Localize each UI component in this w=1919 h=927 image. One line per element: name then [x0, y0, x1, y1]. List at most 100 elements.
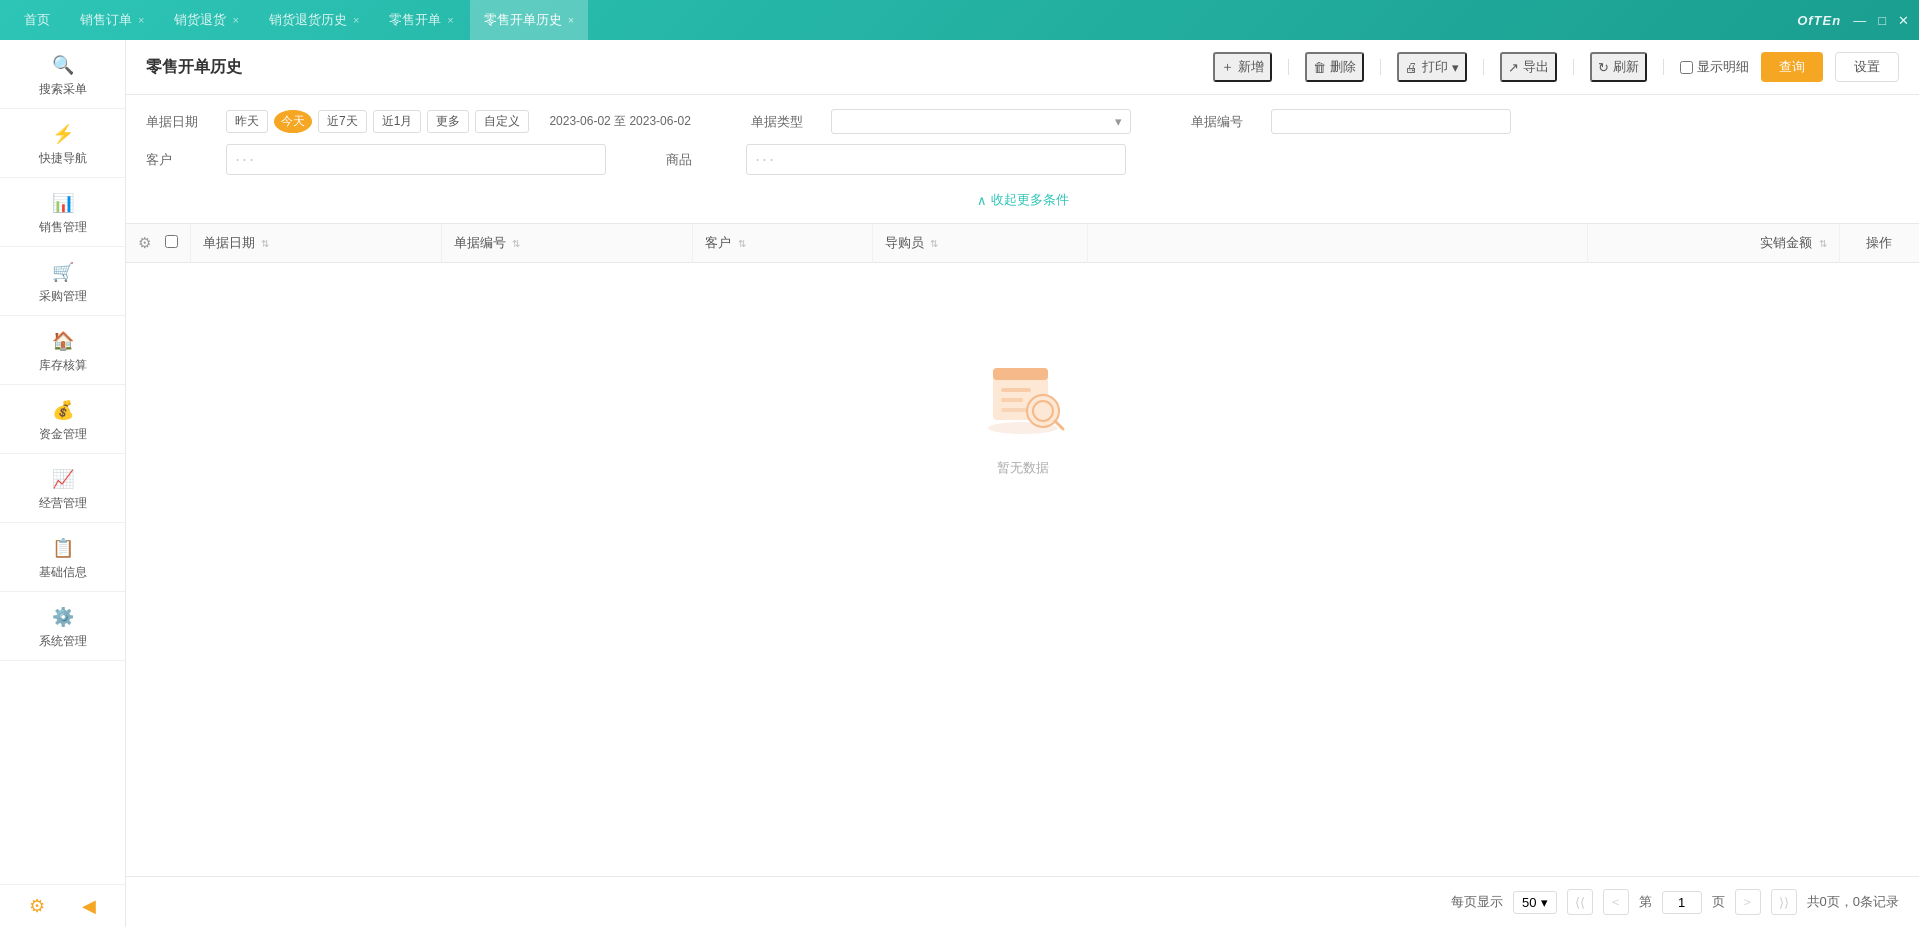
tab-home[interactable]: 首页: [10, 0, 64, 40]
sidebar-bottom: ⚙ ◀: [0, 884, 125, 927]
date-btn-custom[interactable]: 自定义: [475, 110, 529, 133]
date-btn-today[interactable]: 今天: [274, 110, 312, 133]
date-btn-1month[interactable]: 近1月: [373, 110, 422, 133]
show-detail-checkbox[interactable]: 显示明细: [1680, 58, 1749, 76]
date-buttons: 昨天 今天 近7天 近1月 更多 自定义: [226, 110, 529, 133]
page-size-label: 每页显示: [1451, 893, 1503, 911]
finance-icon: 💰: [52, 399, 74, 421]
sidebar-item-basic-info[interactable]: 📋 基础信息: [0, 523, 125, 592]
top-bar: 首页 销售订单 × 销货退货 × 销货退货历史 × 零售开单 × 零售开单历史 …: [0, 0, 1919, 40]
sidebar-label-basic-info: 基础信息: [39, 564, 87, 581]
setting-button[interactable]: 设置: [1835, 52, 1899, 82]
tab-sales-order[interactable]: 销售订单 ×: [66, 0, 158, 40]
settings-gear-icon[interactable]: ⚙: [29, 895, 45, 917]
number-input[interactable]: [1271, 109, 1511, 134]
empty-illustration: [973, 343, 1073, 443]
tab-retail-open[interactable]: 零售开单 ×: [375, 0, 467, 40]
prev-page-btn[interactable]: ＜: [1603, 889, 1629, 915]
plus-icon: ＋: [1221, 58, 1234, 76]
th-date: 单据日期 ⇅: [190, 224, 441, 263]
data-table: ⚙ 单据日期 ⇅ 单据编号 ⇅: [126, 224, 1919, 263]
sidebar-item-finance[interactable]: 💰 资金管理: [0, 385, 125, 454]
sidebar-item-sales[interactable]: 📊 销售管理: [0, 178, 125, 247]
header-actions: ＋ 新增 🗑 删除 🖨 打印 ▾ ↗ 导出: [1213, 52, 1899, 82]
type-select[interactable]: ▾: [831, 109, 1131, 134]
query-button[interactable]: 查询: [1761, 52, 1823, 82]
customer-dots: ···: [235, 149, 256, 170]
svg-rect-2: [993, 368, 1048, 380]
first-page-btn[interactable]: ⟨⟨: [1567, 889, 1593, 915]
close-sales-return-icon[interactable]: ×: [232, 14, 238, 26]
salesperson-sort-icon[interactable]: ⇅: [930, 238, 938, 249]
next-page-btn[interactable]: ＞: [1735, 889, 1761, 915]
number-sort-icon[interactable]: ⇅: [512, 238, 520, 249]
tab-sales-return[interactable]: 销货退货 ×: [160, 0, 252, 40]
amount-sort-icon[interactable]: ⇅: [1819, 238, 1827, 249]
customer-sort-icon[interactable]: ⇅: [738, 238, 746, 249]
divider-1: [1288, 59, 1289, 75]
date-sort-icon[interactable]: ⇅: [261, 238, 269, 249]
sidebar-item-system[interactable]: ⚙️ 系统管理: [0, 592, 125, 661]
filter-area: 单据日期 昨天 今天 近7天 近1月 更多 自定义 2023-06-02 至 2…: [126, 95, 1919, 224]
sidebar-item-search[interactable]: 🔍 搜索采单: [0, 40, 125, 109]
empty-text: 暂无数据: [997, 459, 1049, 477]
add-button[interactable]: ＋ 新增: [1213, 52, 1272, 82]
close-retail-open-icon[interactable]: ×: [447, 14, 453, 26]
collapse-text: 收起更多条件: [991, 191, 1069, 209]
date-col-label: 单据日期: [203, 235, 255, 250]
customer-label: 客户: [146, 151, 206, 169]
divider-2: [1380, 59, 1381, 75]
date-btn-more[interactable]: 更多: [427, 110, 469, 133]
date-btn-yesterday[interactable]: 昨天: [226, 110, 268, 133]
sidebar-label-sales: 销售管理: [39, 219, 87, 236]
page-number-input[interactable]: [1662, 891, 1702, 914]
close-sales-order-icon[interactable]: ×: [138, 14, 144, 26]
print-button[interactable]: 🖨 打印 ▾: [1397, 52, 1467, 82]
export-icon: ↗: [1508, 60, 1519, 75]
table-header: ⚙ 单据日期 ⇅ 单据编号 ⇅: [126, 224, 1919, 263]
type-dropdown-icon: ▾: [1115, 114, 1122, 129]
sidebar-item-quick-nav[interactable]: ⚡ 快捷导航: [0, 109, 125, 178]
minimize-btn[interactable]: —: [1853, 13, 1866, 28]
svg-rect-3: [1001, 388, 1031, 392]
page-size-select[interactable]: 50 ▾: [1513, 891, 1556, 914]
tab-retail-open-history[interactable]: 零售开单历史 ×: [470, 0, 588, 40]
show-detail-input[interactable]: [1680, 61, 1693, 74]
th-number: 单据编号 ⇅: [441, 224, 692, 263]
print-dropdown-icon: ▾: [1452, 60, 1459, 75]
svg-rect-5: [1001, 408, 1027, 412]
delete-button[interactable]: 🗑 删除: [1305, 52, 1364, 82]
export-button[interactable]: ↗ 导出: [1500, 52, 1557, 82]
last-page-btn[interactable]: ⟩⟩: [1771, 889, 1797, 915]
product-dots: ···: [755, 149, 776, 170]
column-settings-icon[interactable]: ⚙: [138, 234, 151, 251]
th-customer: 客户 ⇅: [692, 224, 872, 263]
sidebar-item-purchase[interactable]: 🛒 采购管理: [0, 247, 125, 316]
page-header: 零售开单历史 ＋ 新增 🗑 删除 🖨 打印 ▾: [126, 40, 1919, 95]
page-title: 零售开单历史: [146, 57, 242, 78]
refresh-button[interactable]: ↻ 刷新: [1590, 52, 1647, 82]
maximize-btn[interactable]: □: [1878, 13, 1886, 28]
sidebar-label-search: 搜索采单: [39, 81, 87, 98]
system-icon: ⚙️: [52, 606, 74, 628]
sidebar-item-inventory[interactable]: 🏠 库存核算: [0, 316, 125, 385]
date-btn-7days[interactable]: 近7天: [318, 110, 367, 133]
close-retail-open-history-icon[interactable]: ×: [568, 14, 574, 26]
quick-nav-icon: ⚡: [52, 123, 74, 145]
number-label: 单据编号: [1191, 113, 1251, 131]
customer-select[interactable]: ···: [226, 144, 606, 175]
operations-icon: 📈: [52, 468, 74, 490]
total-info: 共0页，0条记录: [1807, 893, 1899, 911]
collapse-bar[interactable]: ∧ 收起更多条件: [146, 185, 1899, 209]
salesperson-col-label: 导购员: [885, 235, 924, 250]
collapse-sidebar-icon[interactable]: ◀: [82, 895, 96, 917]
close-btn[interactable]: ✕: [1898, 13, 1909, 28]
sidebar-label-system: 系统管理: [39, 633, 87, 650]
product-select[interactable]: ···: [746, 144, 1126, 175]
customer-col-label: 客户: [705, 235, 731, 250]
content-area: 零售开单历史 ＋ 新增 🗑 删除 🖨 打印 ▾: [126, 40, 1919, 927]
select-all-checkbox[interactable]: [165, 235, 178, 248]
close-sales-return-history-icon[interactable]: ×: [353, 14, 359, 26]
sidebar-item-operations[interactable]: 📈 经营管理: [0, 454, 125, 523]
tab-sales-return-history[interactable]: 销货退货历史 ×: [255, 0, 373, 40]
